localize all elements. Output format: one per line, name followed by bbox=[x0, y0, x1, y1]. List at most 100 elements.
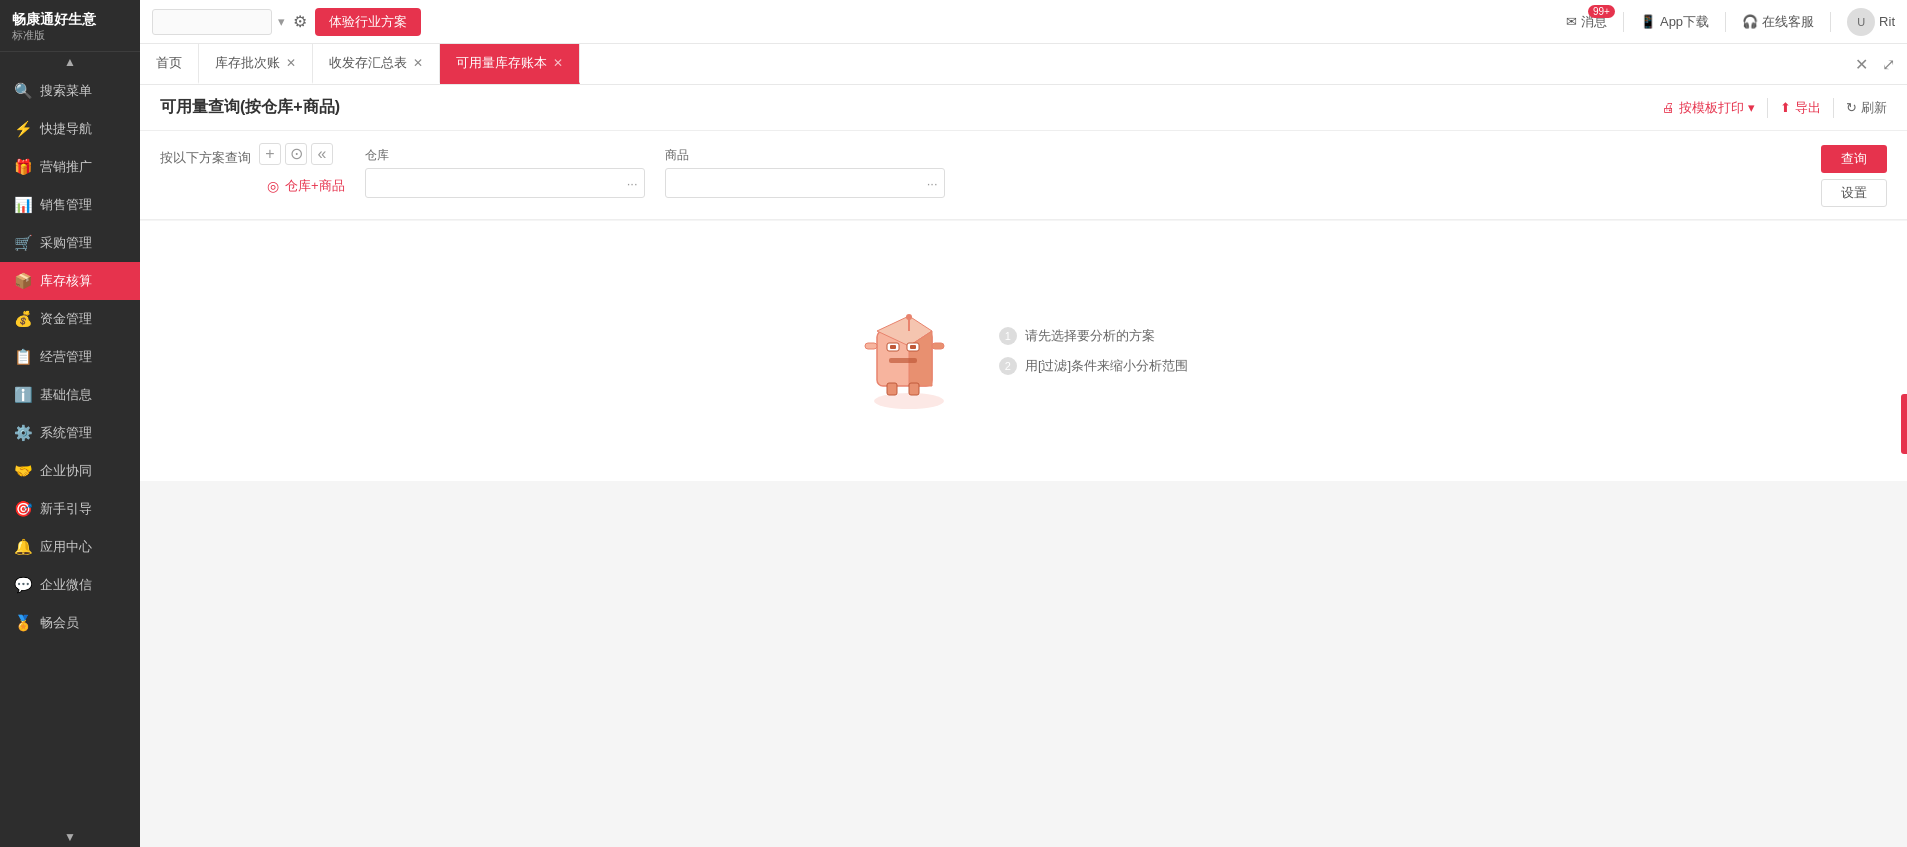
tab-inventory-batch[interactable]: 库存批次账 ✕ bbox=[199, 44, 313, 84]
warehouse-field-label: 仓库 bbox=[365, 147, 645, 164]
tab-close-available-stock[interactable]: ✕ bbox=[553, 56, 563, 70]
tab-inventory-batch-label: 库存批次账 bbox=[215, 54, 280, 72]
svg-point-10 bbox=[906, 314, 912, 320]
refresh-button[interactable]: ↻ 刷新 bbox=[1846, 99, 1887, 117]
warehouse-input[interactable] bbox=[372, 176, 621, 191]
export-label: 导出 bbox=[1795, 99, 1821, 117]
sidebar-scroll-up[interactable]: ▲ bbox=[0, 52, 140, 72]
sidebar-item-label: 应用中心 bbox=[40, 538, 92, 556]
message-button[interactable]: ✉ 消息 99+ bbox=[1566, 13, 1607, 31]
svg-rect-14 bbox=[932, 343, 944, 349]
search-icon: 🔍 bbox=[14, 82, 32, 100]
purchase-icon: 🛒 bbox=[14, 234, 32, 252]
topbar-search-input[interactable] bbox=[152, 9, 272, 35]
add-scheme-button[interactable]: + bbox=[259, 143, 281, 165]
tab-close-inventory-batch[interactable]: ✕ bbox=[286, 56, 296, 70]
sidebar-item-search[interactable]: 🔍 搜索菜单 bbox=[0, 72, 140, 110]
sidebar-item-basic[interactable]: ℹ️ 基础信息 bbox=[0, 376, 140, 414]
online-service-button[interactable]: 🎧 在线客服 bbox=[1742, 13, 1814, 31]
service-label: 在线客服 bbox=[1762, 13, 1814, 31]
sidebar-item-label: 营销推广 bbox=[40, 158, 92, 176]
sidebar-item-label: 资金管理 bbox=[40, 310, 92, 328]
svg-point-0 bbox=[874, 393, 944, 409]
divider5 bbox=[1833, 98, 1834, 118]
query-actions: 查询 设置 bbox=[1821, 143, 1887, 207]
system-icon: ⚙️ bbox=[14, 424, 32, 442]
sidebar-item-appcenter[interactable]: 🔔 应用中心 bbox=[0, 528, 140, 566]
user-profile[interactable]: U Rit bbox=[1847, 8, 1895, 36]
industry-solution-button[interactable]: 体验行业方案 bbox=[315, 8, 421, 36]
tab-close-stock-summary[interactable]: ✕ bbox=[413, 56, 423, 70]
sidebar-item-sales[interactable]: 📊 销售管理 bbox=[0, 186, 140, 224]
sidebar-item-collab[interactable]: 🤝 企业协同 bbox=[0, 452, 140, 490]
goods-more-icon[interactable]: ··· bbox=[927, 176, 938, 191]
page-header: 可用量查询(按仓库+商品) 🖨 按模板打印 ▾ ⬆ 导出 ↻ 刷新 bbox=[140, 85, 1907, 131]
svg-rect-13 bbox=[865, 343, 877, 349]
filter-fields: 仓库 ··· 商品 ··· bbox=[365, 143, 1809, 198]
filter-scheme-tools: + ⊙ « bbox=[259, 143, 353, 165]
sidebar-scroll-down[interactable]: ▼ bbox=[0, 827, 140, 847]
tab-stock-summary[interactable]: 收发存汇总表 ✕ bbox=[313, 44, 440, 84]
hint-item-1: 1 请先选择要分析的方案 bbox=[999, 327, 1188, 345]
tab-available-stock[interactable]: 可用量库存账本 ✕ bbox=[440, 44, 580, 84]
sidebar-nav: 🔍 搜索菜单 ⚡ 快捷导航 🎁 营销推广 📊 销售管理 🛒 采购管理 📦 库存核… bbox=[0, 72, 140, 827]
sidebar-item-wxwork[interactable]: 💬 企业微信 bbox=[0, 566, 140, 604]
sidebar-item-finance[interactable]: 💰 资金管理 bbox=[0, 300, 140, 338]
newuser-icon: 🎯 bbox=[14, 500, 32, 518]
tab-home-label: 首页 bbox=[156, 54, 182, 72]
sidebar-item-newuser[interactable]: 🎯 新手引导 bbox=[0, 490, 140, 528]
expand-tab-button[interactable]: ⤢ bbox=[1878, 53, 1899, 76]
tab-home[interactable]: 首页 bbox=[140, 44, 199, 84]
gear-icon[interactable]: ⚙ bbox=[293, 12, 307, 31]
tab-available-stock-label: 可用量库存账本 bbox=[456, 54, 547, 72]
sidebar-item-purchase[interactable]: 🛒 采购管理 bbox=[0, 224, 140, 262]
goods-input[interactable] bbox=[672, 176, 921, 191]
message-badge: 99+ bbox=[1588, 5, 1615, 18]
hint-text-2: 用[过滤]条件来缩小分析范围 bbox=[1025, 357, 1188, 375]
empty-illustration bbox=[859, 301, 959, 401]
scheme-item-warehouse-goods[interactable]: ◎ 仓库+商品 bbox=[259, 173, 353, 199]
warehouse-more-icon[interactable]: ··· bbox=[627, 176, 638, 191]
sidebar-item-label: 企业协同 bbox=[40, 462, 92, 480]
sidebar-item-quicknav[interactable]: ⚡ 快捷导航 bbox=[0, 110, 140, 148]
query-button[interactable]: 查询 bbox=[1821, 145, 1887, 173]
divider2 bbox=[1725, 12, 1726, 32]
app-edition: 标准版 bbox=[12, 28, 128, 43]
right-scroll-handle[interactable] bbox=[1901, 394, 1907, 454]
topbar-input-area: ▾ bbox=[152, 9, 285, 35]
dropdown-icon[interactable]: ▾ bbox=[278, 14, 285, 29]
app-download-button[interactable]: 📱 App下载 bbox=[1640, 13, 1709, 31]
svg-rect-6 bbox=[890, 345, 896, 349]
quicknav-icon: ⚡ bbox=[14, 120, 32, 138]
svg-rect-12 bbox=[909, 383, 919, 395]
hint-item-2: 2 用[过滤]条件来缩小分析范围 bbox=[999, 357, 1188, 375]
page-content: 可用量查询(按仓库+商品) 🖨 按模板打印 ▾ ⬆ 导出 ↻ 刷新 bbox=[140, 85, 1907, 847]
inventory-icon: 📦 bbox=[14, 272, 32, 290]
filter-area: 按以下方案查询 + ⊙ « ◎ 仓库+商品 仓库 bbox=[140, 131, 1907, 220]
topbar: ▾ ⚙ 体验行业方案 ✉ 消息 99+ 📱 App下载 🎧 在线客服 U bbox=[140, 0, 1907, 44]
empty-state: 1 请先选择要分析的方案 2 用[过滤]条件来缩小分析范围 bbox=[140, 221, 1907, 481]
sidebar: 畅康通好生意 标准版 ▲ 🔍 搜索菜单 ⚡ 快捷导航 🎁 营销推广 📊 销售管理… bbox=[0, 0, 140, 847]
settings-scheme-button[interactable]: ⊙ bbox=[285, 143, 307, 165]
tab-stock-summary-label: 收发存汇总表 bbox=[329, 54, 407, 72]
collapse-scheme-button[interactable]: « bbox=[311, 143, 333, 165]
page-title: 可用量查询(按仓库+商品) bbox=[160, 97, 340, 118]
sidebar-item-business[interactable]: 📋 经营管理 bbox=[0, 338, 140, 376]
setting-button[interactable]: 设置 bbox=[1821, 179, 1887, 207]
print-dropdown-icon[interactable]: ▾ bbox=[1748, 100, 1755, 115]
sales-icon: 📊 bbox=[14, 196, 32, 214]
sidebar-item-member[interactable]: 🏅 畅会员 bbox=[0, 604, 140, 642]
sidebar-item-system[interactable]: ⚙️ 系统管理 bbox=[0, 414, 140, 452]
export-icon: ⬆ bbox=[1780, 100, 1791, 115]
sidebar-item-inventory[interactable]: 📦 库存核算 bbox=[0, 262, 140, 300]
print-button[interactable]: 🖨 按模板打印 ▾ bbox=[1662, 99, 1755, 117]
basic-icon: ℹ️ bbox=[14, 386, 32, 404]
close-tab-button[interactable]: ✕ bbox=[1851, 53, 1872, 76]
goods-field-label: 商品 bbox=[665, 147, 945, 164]
export-button[interactable]: ⬆ 导出 bbox=[1780, 99, 1821, 117]
sidebar-item-marketing[interactable]: 🎁 营销推广 bbox=[0, 148, 140, 186]
print-icon: 🖨 bbox=[1662, 100, 1675, 115]
appcenter-icon: 🔔 bbox=[14, 538, 32, 556]
sidebar-logo: 畅康通好生意 标准版 bbox=[0, 0, 140, 52]
filter-field-warehouse: 仓库 ··· bbox=[365, 147, 645, 198]
